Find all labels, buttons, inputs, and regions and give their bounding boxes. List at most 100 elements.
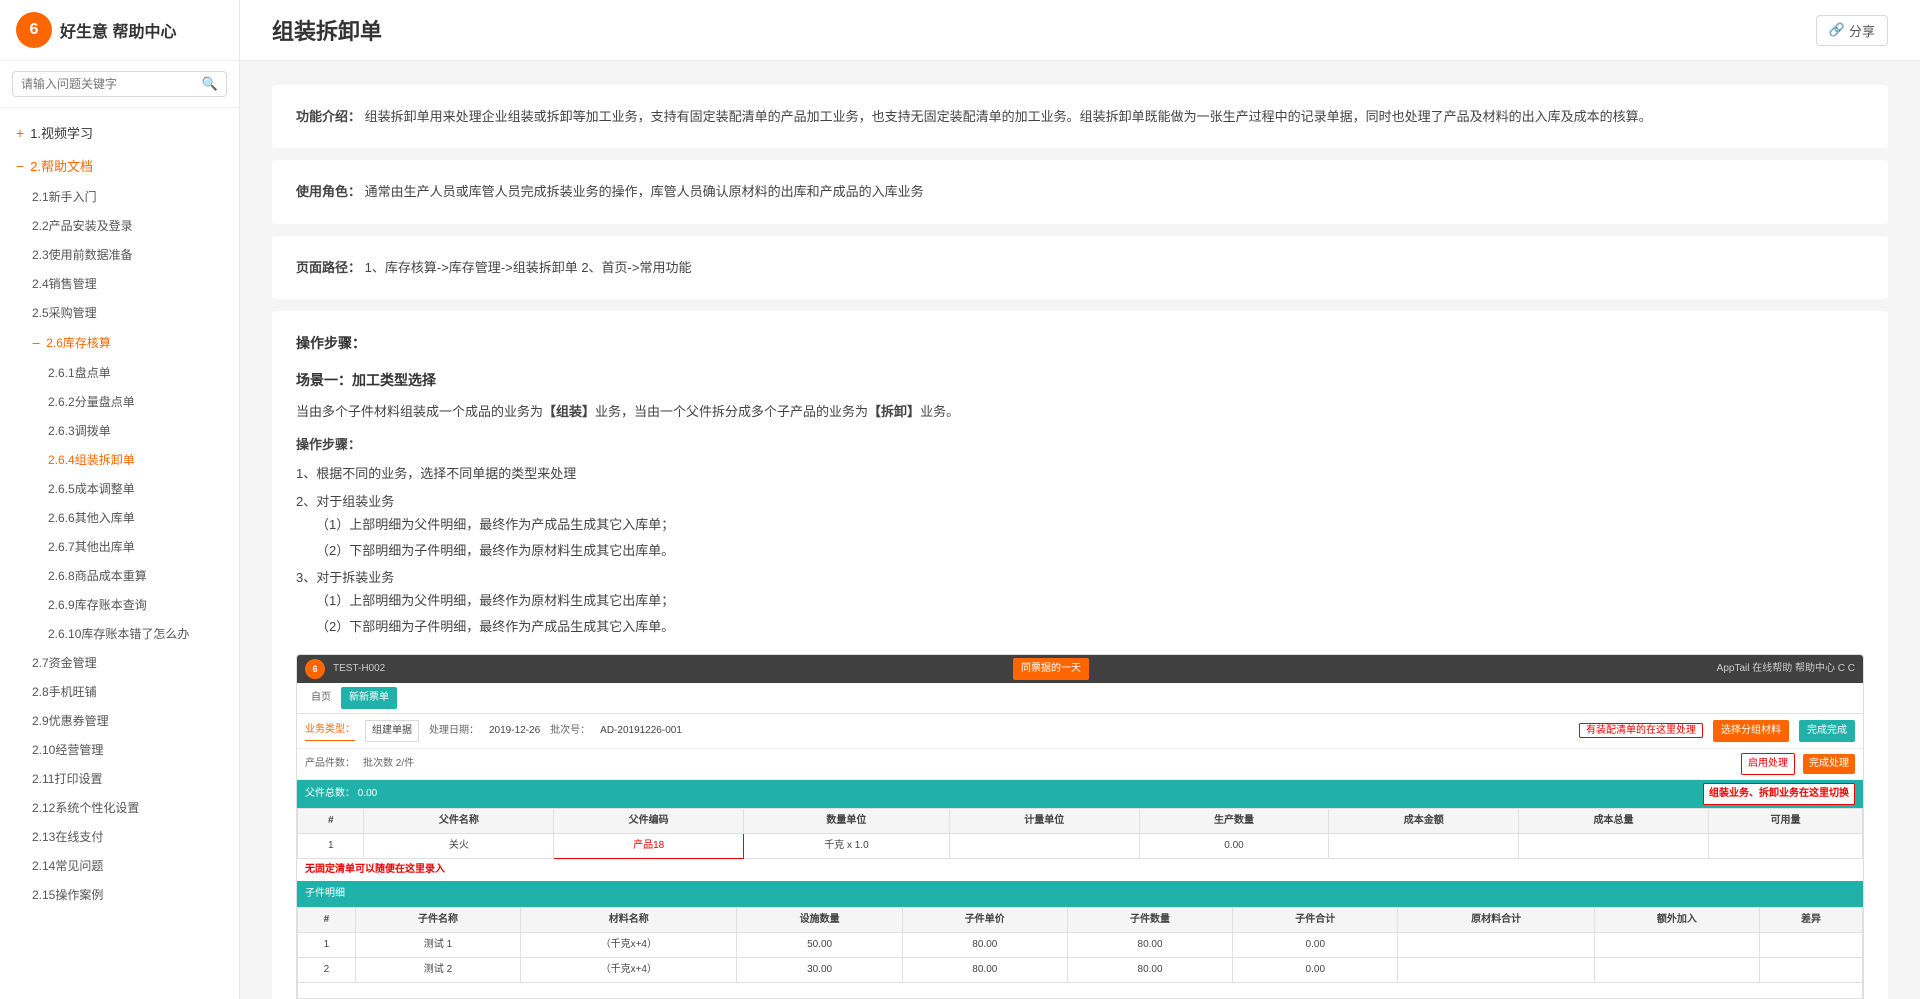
sidebar-item-video[interactable]: + 1.视频学习: [0, 116, 239, 149]
sidebar-item-2-10[interactable]: 2.10经营管理: [0, 735, 239, 764]
td-avail: [1708, 834, 1862, 859]
th-num: #: [298, 809, 364, 834]
mock-count-label: 批次数 2/件: [363, 755, 414, 773]
sidebar-item-2-9[interactable]: 2.9优惠券管理: [0, 706, 239, 735]
plus-icon: +: [16, 125, 24, 141]
th2-child-name: 子件名称: [355, 907, 520, 932]
th-avail: 可用量: [1708, 809, 1862, 834]
share-icon: 🔗: [1829, 22, 1845, 38]
sidebar-item-2-12[interactable]: 2.12系统个性化设置: [0, 793, 239, 822]
sidebar-item-2-15[interactable]: 2.15操作案例: [0, 880, 239, 909]
annotation1-label: 有装配清单的在这里处理: [1579, 723, 1703, 738]
sidebar-item-2-3[interactable]: 2.3使用前数据准备: [0, 240, 239, 269]
th2-material-total: 原材料合计: [1398, 907, 1594, 932]
share-button[interactable]: 🔗 分享: [1816, 15, 1888, 46]
mock-info-row: 产品件数： 批次数 2/件 启用处理 完成处理: [297, 749, 1863, 780]
path-text: 1、库存核算->库存管理->组装拆卸单 2、首页->常用功能: [365, 260, 692, 275]
sidebar-item-2-6-3[interactable]: 2.6.3调拨单: [48, 416, 239, 445]
annotation4-area: 无固定清单可以随便在这里录入: [297, 859, 1863, 881]
sidebar-item-2-6-6[interactable]: 2.6.6其他入库单: [48, 503, 239, 532]
mock-form-type-value: 组建单据: [365, 720, 419, 742]
sidebar-item-2-2[interactable]: 2.2产品安装及登录: [0, 211, 239, 240]
sidebar-item-docs[interactable]: − 2.帮助文档: [0, 149, 239, 182]
main-area: 组装拆卸单 🔗 分享 功能介绍： 组装拆卸单用来处理企业组装或拆卸等加工业务，支…: [240, 0, 1920, 999]
step3-sub1: （1）上部明细为父件明细，最终作为原材料生成其它出库单；: [316, 589, 1864, 612]
annotation2-label: 组装业务、拆卸业务在这里切换: [1703, 783, 1855, 805]
search-input[interactable]: [21, 77, 202, 91]
role-text: 通常由生产人员或库管人员完成拆装业务的操作，库管人员确认原材料的出库和产成品的入…: [365, 184, 924, 199]
td-measure: [949, 834, 1139, 859]
sidebar-item-2-6-8[interactable]: 2.6.8商品成本重算: [48, 561, 239, 590]
sidebar-item-2-6-9[interactable]: 2.6.9库存账本查询: [48, 590, 239, 619]
mock-table1-header: # 父件名称 父件编码 数量单位 计量单位 生产数量 成本金额 成本总量 可用量: [298, 809, 1863, 834]
step2: 2、对于组装业务 （1）上部明细为父件明细，最终作为产成品生成其它入库单； （2…: [296, 490, 1864, 562]
path-card: 页面路径： 1、库存核算->库存管理->组装拆卸单 2、首页->常用功能: [272, 236, 1888, 299]
mock-table2-body: 1 测试 1 （千克x+4） 50.00 80.00 80.00 0.00: [298, 932, 1863, 999]
mock-tab-active: 新新票单: [341, 687, 397, 709]
search-area: 🔍: [0, 61, 239, 108]
mock-topbar: 6 TEST-H002 同票据的一天 AppTail 在线帮助 帮助中心 C C: [297, 655, 1863, 683]
sidebar-item-2-5[interactable]: 2.5采购管理: [0, 298, 239, 327]
td-cost-amt: [1329, 834, 1519, 859]
sidebar-item-2-13[interactable]: 2.13在线支付: [0, 822, 239, 851]
mock-table2: # 子件名称 材料名称 设施数量 子件单价 子件数量 子件合计 原材料合计 额外…: [297, 907, 1863, 999]
steps-list: 1、根据不同的业务，选择不同单据的类型来处理 2、对于组装业务 （1）上部明细为…: [296, 462, 1864, 638]
th2-unit-price: 子件单价: [902, 907, 1067, 932]
sidebar-item-2-1[interactable]: 2.1新手入门: [0, 182, 239, 211]
steps-sub-label: 操作步骤：: [296, 433, 1864, 456]
td-qty-unit: 千克 x 1.0: [744, 834, 950, 859]
mock-orange-btn: 同票据的一天: [1013, 658, 1089, 680]
annotation4-label: 无固定清单可以随便在这里录入: [305, 861, 445, 879]
intro-label: 功能介绍：: [296, 109, 361, 124]
logo-area: 6 好生意 帮助中心: [0, 0, 239, 61]
table-row: [298, 982, 1863, 998]
sidebar-item-video-label: 1.视频学习: [30, 123, 93, 142]
top-header: 组装拆卸单 🔗 分享: [240, 0, 1920, 61]
th2-diff: 差异: [1760, 907, 1863, 932]
sidebar-item-2-4[interactable]: 2.4销售管理: [0, 269, 239, 298]
sidebar-item-2-11[interactable]: 2.11打印设置: [0, 764, 239, 793]
sidebar-item-2-6-4[interactable]: 2.6.4组装拆卸单: [48, 445, 239, 474]
th-parent-code: 父件编码: [554, 809, 744, 834]
sidebar-item-2-6-10[interactable]: 2.6.10库存账本错了怎么办: [48, 619, 239, 648]
path-label: 页面路径：: [296, 260, 361, 275]
mock-table2-container: # 子件名称 材料名称 设施数量 子件单价 子件数量 子件合计 原材料合计 额外…: [297, 907, 1863, 999]
sidebar-item-2-8[interactable]: 2.8手机旺铺: [0, 677, 239, 706]
intro-text: 组装拆卸单用来处理企业组装或拆卸等加工业务，支持有固定装配清单的产品加工业务，也…: [365, 109, 1652, 124]
screenshot-container: 6 TEST-H002 同票据的一天 AppTail 在线帮助 帮助中心 C C…: [296, 654, 1864, 999]
scene1-desc: 当由多个子件材料组装成一个成品的业务为【组装】业务，当由一个父件拆分成多个子产品…: [296, 400, 1864, 423]
content-scroll: 功能介绍： 组装拆卸单用来处理企业组装或拆卸等加工业务，支持有固定装配清单的产品…: [240, 61, 1920, 999]
search-icon[interactable]: 🔍: [202, 76, 218, 92]
th-qty-unit: 数量单位: [744, 809, 950, 834]
mock-form-batch-label: 批次号：: [550, 722, 590, 740]
sidebar-item-2-14[interactable]: 2.14常见问题: [0, 851, 239, 880]
step2-sub2: （2）下部明细为子件明细，最终作为原材料生成其它出库单。: [316, 539, 1864, 562]
intro-card: 功能介绍： 组装拆卸单用来处理企业组装或拆卸等加工业务，支持有固定装配清单的产品…: [272, 85, 1888, 148]
mock-topbar-id: TEST-H002: [333, 660, 385, 678]
sidebar-item-2-6-5[interactable]: 2.6.5成本调整单: [48, 474, 239, 503]
minus-icon-2-6: −: [32, 335, 40, 351]
th-parent-name: 父件名称: [364, 809, 554, 834]
th2-subtotal: 子件合计: [1233, 907, 1398, 932]
td-prod-qty: 0.00: [1139, 834, 1329, 859]
th2-child-qty: 子件数量: [1067, 907, 1232, 932]
th2-num: #: [298, 907, 356, 932]
sidebar: 6 好生意 帮助中心 🔍 + 1.视频学习 − 2.帮助文档 2.1新手入门 2…: [0, 0, 240, 999]
mock-section2-header: 子件明细: [297, 881, 1863, 907]
sidebar-item-2-6-2[interactable]: 2.6.2分量盘点单: [48, 387, 239, 416]
sidebar-item-2-6-7[interactable]: 2.6.7其他出库单: [48, 532, 239, 561]
mock-form-date-label: 处理日期：: [429, 722, 479, 740]
th-cost-amt: 成本金额: [1329, 809, 1519, 834]
sidebar-item-docs-label: 2.帮助文档: [30, 156, 93, 175]
sidebar-item-2-6-1[interactable]: 2.6.1盘点单: [48, 358, 239, 387]
step3: 3、对于拆装业务 （1）上部明细为父件明细，最终作为原材料生成其它出库单； （2…: [296, 566, 1864, 638]
table-row: 1 测试 1 （千克x+4） 50.00 80.00 80.00 0.00: [298, 932, 1863, 957]
nav-list: + 1.视频学习 − 2.帮助文档 2.1新手入门 2.2产品安装及登录 2.3…: [0, 108, 239, 999]
sidebar-item-2-7[interactable]: 2.7资金管理: [0, 648, 239, 677]
td-parent-code: 产品18: [554, 834, 744, 859]
td-num: 1: [298, 834, 364, 859]
mock-screen: 6 TEST-H002 同票据的一天 AppTail 在线帮助 帮助中心 C C…: [297, 655, 1863, 999]
th2-material: 材料名称: [521, 907, 737, 932]
sidebar-item-2-6[interactable]: − 2.6库存核算: [0, 327, 239, 358]
search-box[interactable]: 🔍: [12, 71, 227, 97]
